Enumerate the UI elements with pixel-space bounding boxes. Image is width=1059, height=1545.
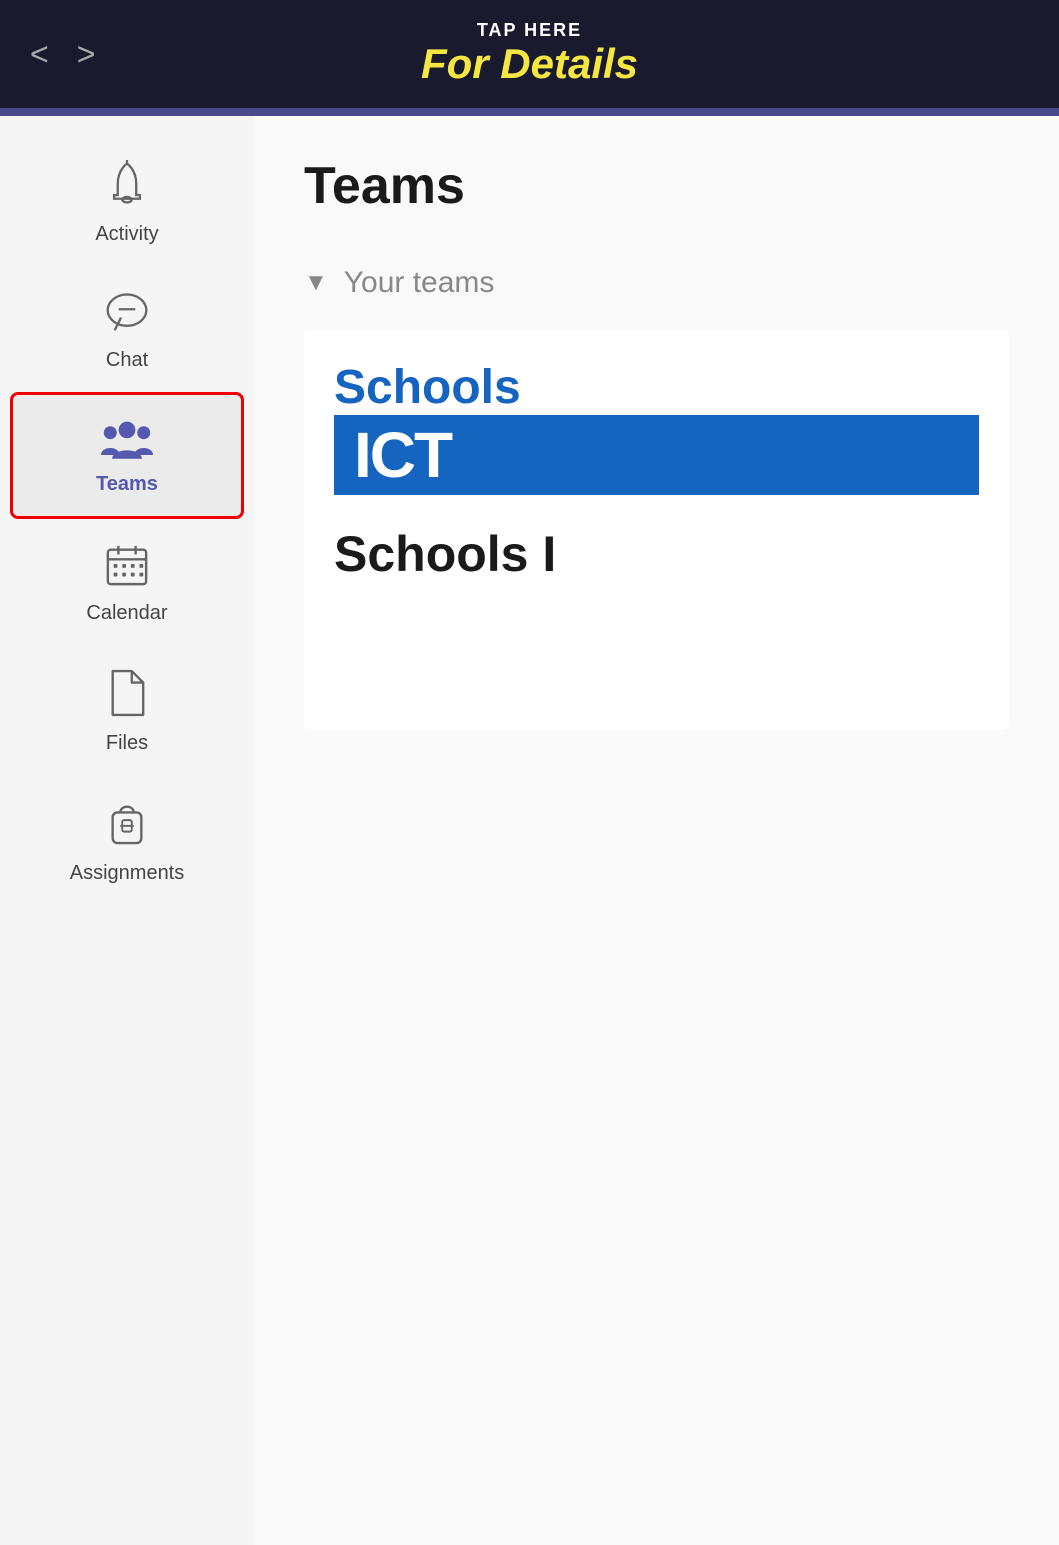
sidebar-item-teams[interactable]: Teams (10, 392, 244, 519)
sidebar-item-activity[interactable]: Activity (0, 136, 254, 266)
teams-icon (101, 419, 153, 465)
accent-line (0, 108, 1059, 116)
your-teams-row[interactable]: ▼ Your teams (304, 266, 1009, 300)
ict-banner: ICT (334, 415, 979, 495)
tap-here-label: TAP HERE (421, 20, 638, 41)
for-details-label: For Details (421, 41, 638, 87)
backpack-icon (105, 799, 149, 854)
page-title: Teams (304, 156, 1009, 216)
sidebar-item-files[interactable]: Files (0, 645, 254, 775)
activity-label: Activity (95, 223, 158, 246)
calendar-icon (105, 543, 149, 594)
sidebar-item-assignments[interactable]: Assignments (0, 775, 254, 905)
team-name: Schools I (334, 525, 979, 583)
sidebar-item-chat[interactable]: Chat (0, 266, 254, 392)
chat-label: Chat (106, 349, 148, 372)
dropdown-arrow-icon[interactable]: ▼ (304, 269, 328, 297)
sidebar: Activity Chat (0, 116, 254, 1545)
ict-logo-block: Schools ICT (334, 360, 979, 495)
assignments-label: Assignments (70, 862, 185, 885)
team-card[interactable]: Schools ICT Schools I (304, 330, 1009, 730)
your-teams-label: Your teams (344, 266, 495, 300)
files-label: Files (106, 732, 148, 755)
top-banner[interactable]: < > TAP HERE For Details (0, 0, 1059, 108)
nav-arrows: < > (30, 36, 95, 73)
content-area: Teams ▼ Your teams Schools ICT Schools I (254, 116, 1059, 1545)
schools-top-text: Schools (334, 360, 979, 415)
bell-icon (103, 160, 151, 215)
teams-label: Teams (96, 473, 158, 496)
calendar-label: Calendar (86, 602, 167, 625)
main-layout: Activity Chat (0, 116, 1059, 1545)
back-arrow[interactable]: < (30, 36, 49, 73)
file-icon (107, 669, 147, 724)
sidebar-item-calendar[interactable]: Calendar (0, 519, 254, 645)
chat-icon (104, 290, 150, 341)
forward-arrow[interactable]: > (77, 36, 96, 73)
banner-text: TAP HERE For Details (421, 20, 638, 87)
